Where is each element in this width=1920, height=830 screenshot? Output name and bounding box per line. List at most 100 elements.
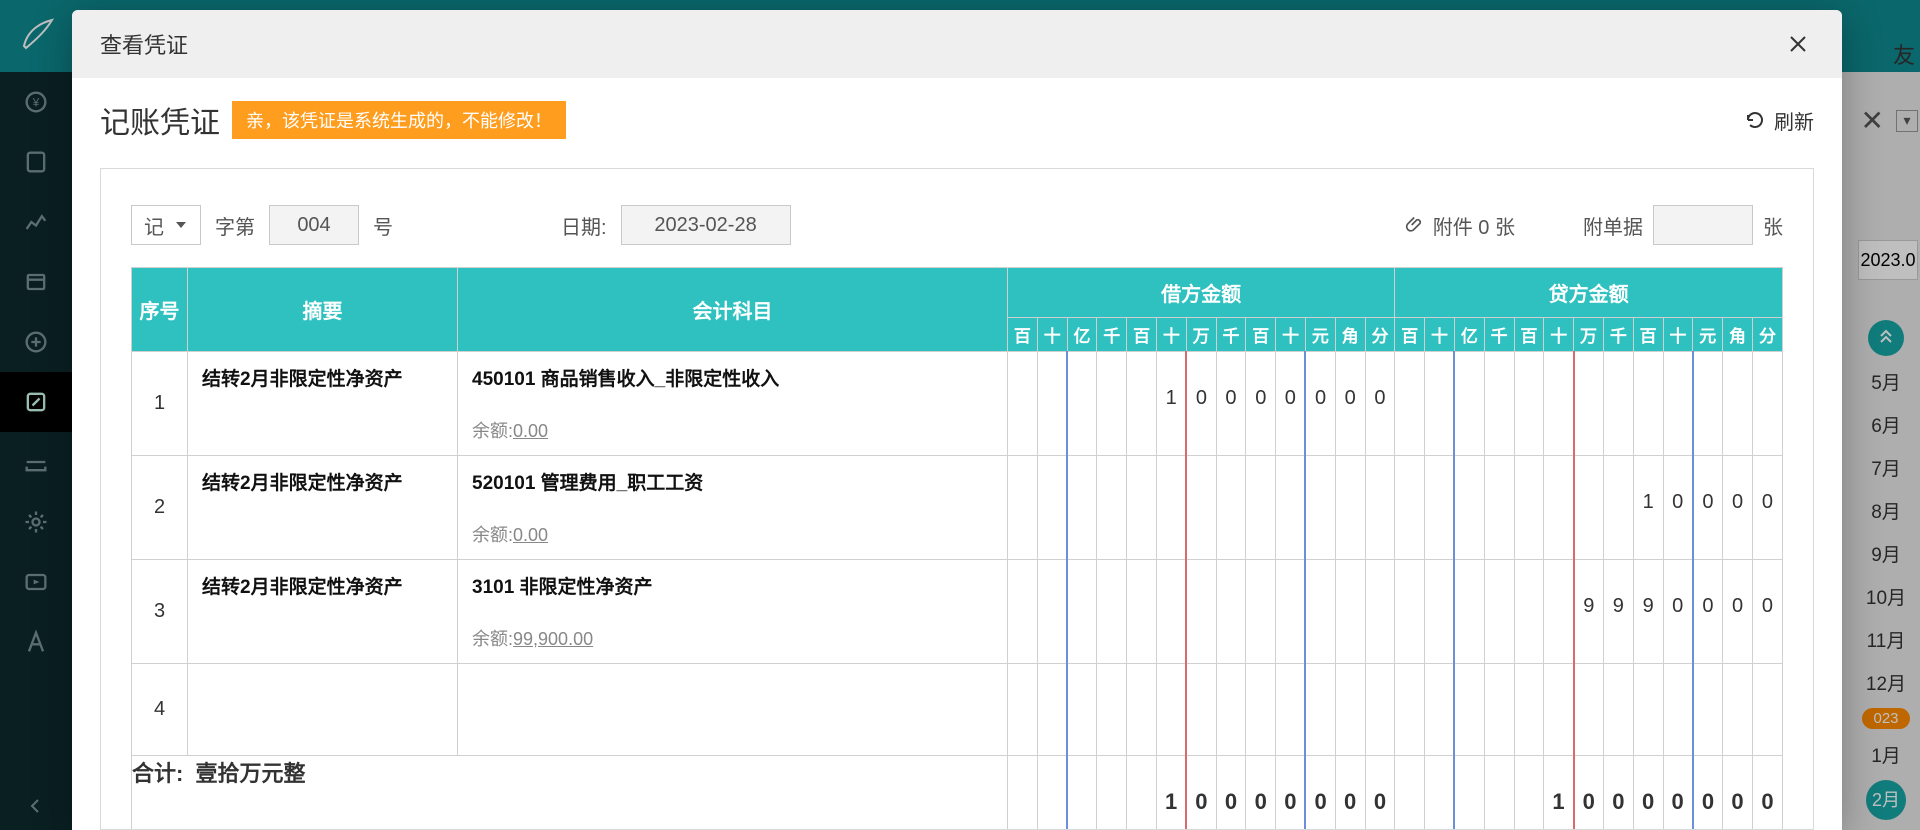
voucher-number-input[interactable]: 004	[269, 205, 359, 245]
debit-digit[interactable]	[1365, 456, 1395, 560]
credit-digit[interactable]	[1544, 664, 1574, 756]
credit-digit[interactable]	[1484, 352, 1514, 456]
debit-digit[interactable]	[1246, 664, 1276, 756]
credit-digit[interactable]	[1454, 352, 1484, 456]
debit-digit[interactable]	[1067, 664, 1097, 756]
credit-digit[interactable]	[1425, 560, 1455, 664]
credit-digit[interactable]	[1514, 560, 1544, 664]
credit-digit[interactable]: 0	[1752, 560, 1782, 664]
debit-digit[interactable]	[1186, 456, 1216, 560]
debit-digit[interactable]: 0	[1276, 352, 1306, 456]
credit-digit[interactable]	[1514, 352, 1544, 456]
debit-digit[interactable]	[1335, 456, 1365, 560]
debit-digit[interactable]: 0	[1186, 352, 1216, 456]
credit-digit[interactable]	[1544, 352, 1574, 456]
modal-close-button[interactable]	[1782, 28, 1814, 60]
credit-digit[interactable]	[1425, 456, 1455, 560]
credit-digit[interactable]: 0	[1693, 456, 1723, 560]
debit-digit[interactable]	[1246, 560, 1276, 664]
credit-digit[interactable]: 0	[1752, 456, 1782, 560]
cell-account[interactable]: 520101 管理费用_职工工资余额:0.00	[458, 456, 1007, 559]
credit-digit[interactable]	[1663, 352, 1693, 456]
debit-digit[interactable]	[1067, 456, 1097, 560]
credit-digit[interactable]	[1574, 664, 1604, 756]
voucher-date-input[interactable]: 2023-02-28	[621, 205, 791, 245]
debit-digit[interactable]	[1127, 560, 1157, 664]
cell-abstract[interactable]	[188, 664, 457, 688]
cell-abstract[interactable]: 结转2月非限定性净资产	[188, 456, 457, 507]
credit-digit[interactable]	[1603, 352, 1633, 456]
debit-digit[interactable]	[1365, 560, 1395, 664]
credit-digit[interactable]	[1395, 352, 1425, 456]
debit-digit[interactable]	[1097, 456, 1127, 560]
attachment-link[interactable]: 附件 0 张	[1405, 211, 1515, 240]
credit-digit[interactable]: 9	[1633, 560, 1663, 664]
credit-digit[interactable]	[1603, 456, 1633, 560]
debit-digit[interactable]	[1127, 352, 1157, 456]
credit-digit[interactable]	[1574, 456, 1604, 560]
voucher-type-select[interactable]: 记	[131, 205, 201, 245]
credit-digit[interactable]: 1	[1633, 456, 1663, 560]
credit-digit[interactable]	[1425, 352, 1455, 456]
debit-digit[interactable]	[1365, 664, 1395, 756]
credit-digit[interactable]	[1544, 560, 1574, 664]
debit-digit[interactable]	[1008, 560, 1038, 664]
credit-digit[interactable]: 0	[1663, 456, 1693, 560]
credit-digit[interactable]: 0	[1693, 560, 1723, 664]
credit-digit[interactable]	[1484, 560, 1514, 664]
debit-digit[interactable]	[1335, 664, 1365, 756]
credit-digit[interactable]	[1395, 456, 1425, 560]
debit-digit[interactable]	[1097, 560, 1127, 664]
debit-digit[interactable]	[1156, 664, 1186, 756]
credit-digit[interactable]	[1723, 352, 1753, 456]
credit-digit[interactable]	[1693, 352, 1723, 456]
debit-digit[interactable]	[1067, 560, 1097, 664]
credit-digit[interactable]	[1425, 664, 1455, 756]
credit-digit[interactable]	[1693, 664, 1723, 756]
credit-digit[interactable]	[1723, 664, 1753, 756]
debit-digit[interactable]	[1276, 560, 1306, 664]
credit-digit[interactable]	[1663, 664, 1693, 756]
cell-account[interactable]: 450101 商品销售收入_非限定性收入余额:0.00	[458, 352, 1007, 455]
debit-digit[interactable]	[1246, 456, 1276, 560]
debit-digit[interactable]	[1156, 560, 1186, 664]
credit-digit[interactable]	[1633, 664, 1663, 756]
cell-account[interactable]	[458, 664, 1007, 688]
debit-digit[interactable]	[1008, 456, 1038, 560]
cell-abstract[interactable]: 结转2月非限定性净资产	[188, 352, 457, 403]
debit-digit[interactable]	[1276, 456, 1306, 560]
debit-digit[interactable]: 0	[1305, 352, 1335, 456]
credit-digit[interactable]	[1484, 664, 1514, 756]
credit-digit[interactable]	[1454, 664, 1484, 756]
cell-account[interactable]: 3101 非限定性净资产余额:99,900.00	[458, 560, 1007, 663]
debit-digit[interactable]	[1037, 456, 1067, 560]
debit-digit[interactable]	[1305, 456, 1335, 560]
debit-digit[interactable]	[1127, 664, 1157, 756]
debit-digit[interactable]	[1276, 664, 1306, 756]
credit-digit[interactable]: 0	[1723, 560, 1753, 664]
debit-digit[interactable]	[1037, 664, 1067, 756]
credit-digit[interactable]	[1454, 456, 1484, 560]
credit-digit[interactable]	[1395, 664, 1425, 756]
debit-digit[interactable]	[1156, 456, 1186, 560]
credit-digit[interactable]	[1484, 456, 1514, 560]
credit-digit[interactable]	[1454, 560, 1484, 664]
debit-digit[interactable]: 1	[1156, 352, 1186, 456]
credit-digit[interactable]	[1395, 560, 1425, 664]
credit-digit[interactable]	[1514, 664, 1544, 756]
debit-digit[interactable]	[1067, 352, 1097, 456]
credit-digit[interactable]	[1603, 664, 1633, 756]
credit-digit[interactable]	[1752, 352, 1782, 456]
debit-digit[interactable]	[1008, 664, 1038, 756]
credit-digit[interactable]: 0	[1723, 456, 1753, 560]
debit-digit[interactable]	[1186, 560, 1216, 664]
debit-digit[interactable]	[1216, 560, 1246, 664]
credit-digit[interactable]	[1514, 456, 1544, 560]
credit-digit[interactable]	[1752, 664, 1782, 756]
credit-digit[interactable]: 0	[1663, 560, 1693, 664]
debit-digit[interactable]	[1305, 560, 1335, 664]
attach-bill-input[interactable]	[1653, 205, 1753, 245]
debit-digit[interactable]	[1305, 664, 1335, 756]
debit-digit[interactable]	[1037, 352, 1067, 456]
debit-digit[interactable]	[1216, 456, 1246, 560]
